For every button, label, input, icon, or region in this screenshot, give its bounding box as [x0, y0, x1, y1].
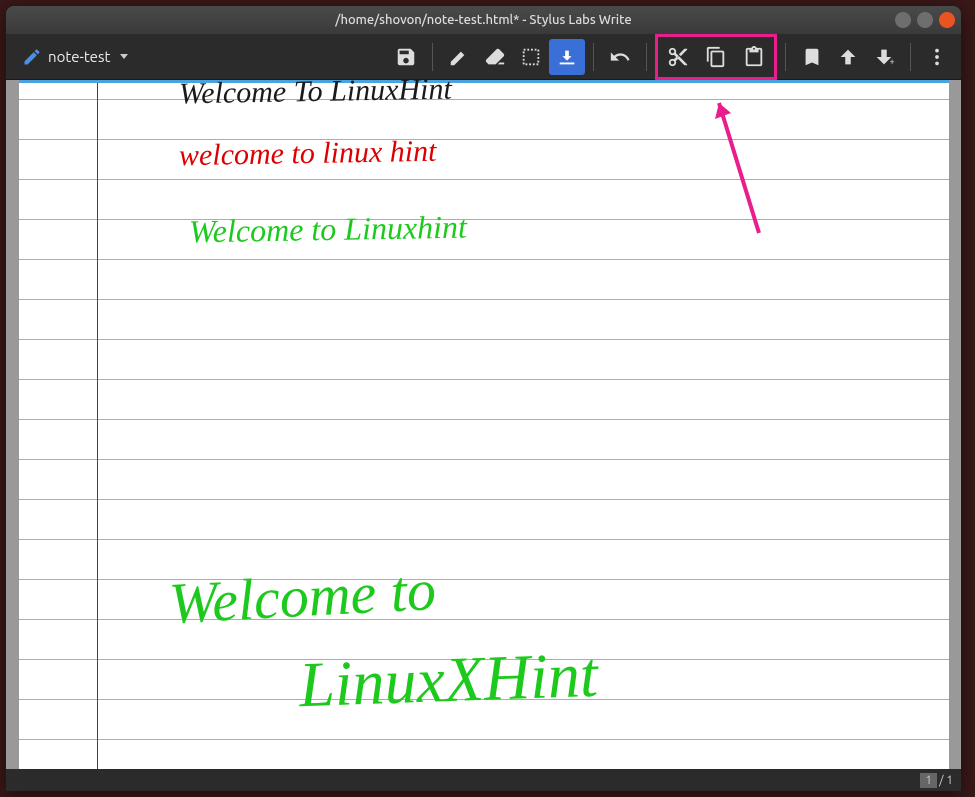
separator: [593, 43, 594, 71]
next-page-button[interactable]: +: [866, 39, 902, 75]
separator: [785, 43, 786, 71]
window-controls: [895, 12, 955, 28]
handwriting-black: Welcome To LinuxHint: [178, 80, 451, 111]
rule-line: [19, 299, 949, 300]
paste-button[interactable]: [736, 39, 772, 75]
menu-button[interactable]: [919, 39, 955, 75]
paste-icon: [743, 46, 765, 68]
separator: [432, 43, 433, 71]
rule-line: [19, 539, 949, 540]
minimize-button[interactable]: [895, 12, 911, 28]
arrow-down-plus-icon: +: [873, 46, 895, 68]
select-tool-button[interactable]: [513, 39, 549, 75]
prev-page-button[interactable]: [830, 39, 866, 75]
floppy-icon: [395, 46, 417, 68]
rule-line: [19, 379, 949, 380]
app-window: /home/shovon/note-test.html* - Stylus La…: [6, 6, 961, 791]
separator: [910, 43, 911, 71]
arrow-up-icon: [837, 46, 859, 68]
pen-tool-button[interactable]: [441, 39, 477, 75]
cut-button[interactable]: [660, 39, 696, 75]
rule-line: [19, 99, 949, 100]
rule-line: [19, 459, 949, 460]
insert-space-icon: [556, 46, 578, 68]
menu-icon: [926, 46, 948, 68]
eraser-icon: [484, 46, 506, 68]
handwriting-red: welcome to linux hint: [178, 135, 436, 173]
page-total: / 1: [939, 774, 953, 787]
tab-label: note-test: [48, 48, 110, 65]
copy-button[interactable]: [698, 39, 734, 75]
maximize-button[interactable]: [917, 12, 933, 28]
rule-line: [19, 499, 949, 500]
handwriting-green: Welcome to Linuxhint: [188, 209, 466, 251]
rule-line: [19, 179, 949, 180]
close-button[interactable]: [939, 12, 955, 28]
undo-icon: [609, 46, 631, 68]
separator: [646, 43, 647, 71]
pencil-icon: [22, 47, 42, 67]
rule-line: [19, 579, 949, 580]
rule-line: [19, 619, 949, 620]
cut-icon: [667, 46, 689, 68]
pen-icon: [448, 46, 470, 68]
clipboard-highlight: [655, 34, 777, 80]
rule-line: [19, 739, 949, 740]
select-icon: [520, 46, 542, 68]
paper[interactable]: Welcome To LinuxHint welcome to linux hi…: [19, 80, 949, 769]
canvas-area[interactable]: Welcome To LinuxHint welcome to linux hi…: [6, 80, 961, 769]
eraser-tool-button[interactable]: [477, 39, 513, 75]
rule-line: [19, 139, 949, 140]
rule-line: [19, 259, 949, 260]
rule-line: [19, 339, 949, 340]
rule-line: [19, 419, 949, 420]
arrow-annotation-icon: [709, 93, 809, 243]
save-button[interactable]: [388, 39, 424, 75]
handwriting-green-big-2: LinuxXHint: [297, 638, 598, 722]
dropdown-icon: [120, 54, 128, 59]
undo-button[interactable]: [602, 39, 638, 75]
toolbar: note-test: [6, 34, 961, 80]
bookmark-button[interactable]: [794, 39, 830, 75]
insert-tool-button[interactable]: [549, 39, 585, 75]
titlebar[interactable]: /home/shovon/note-test.html* - Stylus La…: [6, 6, 961, 34]
document-tab[interactable]: note-test: [12, 41, 138, 73]
statusbar: 1 / 1: [6, 769, 961, 791]
handwriting-green-big-1: Welcome to: [167, 556, 437, 637]
rule-line: [19, 219, 949, 220]
copy-icon: [705, 46, 727, 68]
window-title: /home/shovon/note-test.html* - Stylus La…: [335, 13, 631, 27]
page-current: 1: [920, 773, 937, 788]
margin-line: [97, 83, 98, 769]
bookmark-icon: [801, 46, 823, 68]
svg-text:+: +: [890, 55, 895, 66]
